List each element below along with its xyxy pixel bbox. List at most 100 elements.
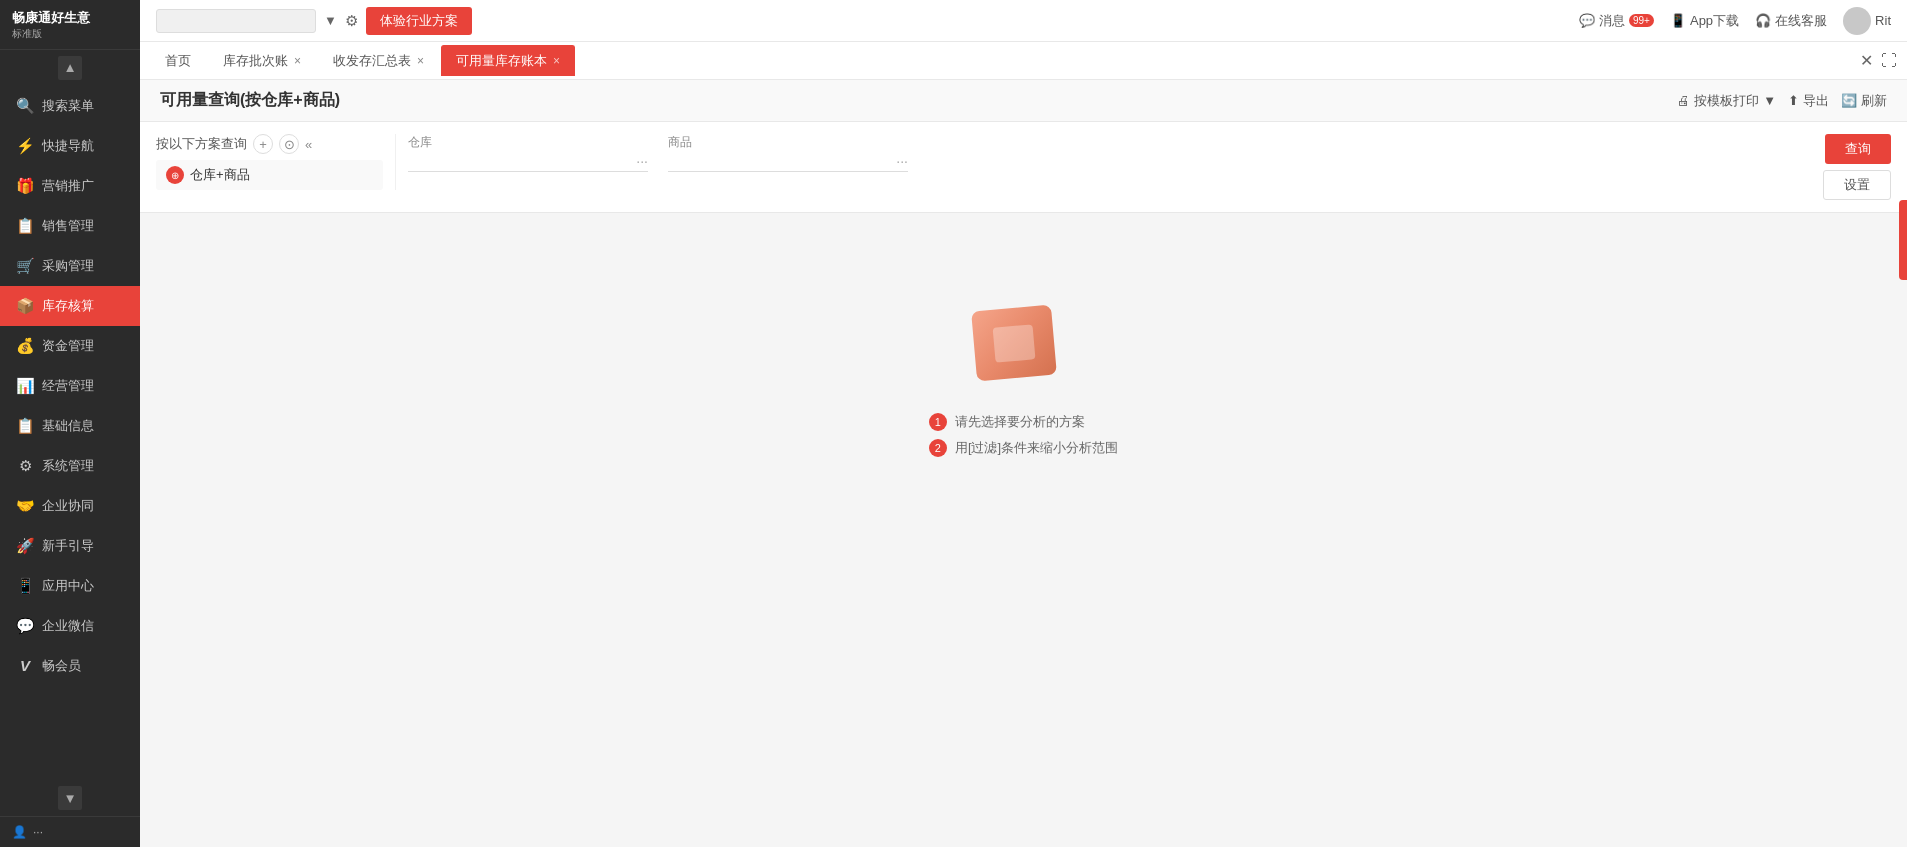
finance-icon: 💰: [16, 337, 34, 355]
scheme-item-icon: ⊕: [166, 166, 184, 184]
sidebar-item-purchase[interactable]: 🛒 采购管理: [0, 246, 140, 286]
tab-summary-close[interactable]: ×: [417, 55, 424, 67]
sidebar-item-enterprise[interactable]: 🤝 企业协同: [0, 486, 140, 526]
sidebar-bottom[interactable]: 👤 ···: [0, 816, 140, 847]
enterprise-icon: 🤝: [16, 497, 34, 515]
app-title: 畅康通好生意: [12, 10, 128, 27]
tab-expand-window-button[interactable]: ⛶: [1881, 52, 1897, 70]
sidebar-item-basic-info[interactable]: 📋 基础信息: [0, 406, 140, 446]
quick-nav-icon: ⚡: [16, 137, 34, 155]
sidebar-item-newbie[interactable]: 🚀 新手引导: [0, 526, 140, 566]
tab-home-label: 首页: [165, 52, 191, 70]
sidebar-item-search[interactable]: 🔍 搜索菜单: [0, 86, 140, 126]
sidebar-item-app-center[interactable]: 📱 应用中心: [0, 566, 140, 606]
refresh-label: 刷新: [1861, 92, 1887, 110]
filter-fields: 仓库 ··· 商品 ···: [408, 134, 1811, 172]
sidebar-scroll-up-area: ▲: [0, 50, 140, 86]
member-icon: V: [16, 657, 34, 674]
topbar-settings-button[interactable]: ⚙: [345, 12, 358, 30]
newbie-icon: 🚀: [16, 537, 34, 555]
sidebar-item-system[interactable]: ⚙ 系统管理: [0, 446, 140, 486]
export-label: 导出: [1803, 92, 1829, 110]
app-download-item[interactable]: 📱 App下载: [1670, 12, 1739, 30]
sidebar-scroll-down-button[interactable]: ▼: [58, 786, 82, 810]
topbar-right: 💬 消息 99+ 📱 App下载 🎧 在线客服 Rit: [1579, 7, 1891, 35]
sidebar-item-inventory[interactable]: 📦 库存核算: [0, 286, 140, 326]
page-title: 可用量查询(按仓库+商品): [160, 90, 340, 111]
warehouse-input[interactable]: [408, 154, 632, 169]
export-button[interactable]: ⬆ 导出: [1788, 92, 1829, 110]
tab-available-inventory-label: 可用量库存账本: [456, 52, 547, 70]
empty-hint-2: 2 用[过滤]条件来缩小分析范围: [929, 439, 1118, 457]
headset-icon: 🎧: [1755, 13, 1771, 28]
query-area: 按以下方案查询 + ⊙ « ⊕ 仓库+商品 仓库: [140, 122, 1907, 213]
query-settings-button[interactable]: 设置: [1823, 170, 1891, 200]
scheme-item-warehouse-goods[interactable]: ⊕ 仓库+商品: [156, 160, 383, 190]
hint-number-1: 1: [929, 413, 947, 431]
messages-item[interactable]: 💬 消息 99+: [1579, 12, 1654, 30]
warehouse-filter-field: 仓库 ···: [408, 134, 648, 172]
print-icon: 🖨: [1677, 93, 1690, 108]
tab-available-inventory[interactable]: 可用量库存账本 ×: [441, 45, 575, 76]
query-scheme-header: 按以下方案查询 + ⊙ «: [156, 134, 383, 154]
sidebar-item-label: 经营管理: [42, 377, 94, 395]
print-dropdown-icon: ▼: [1763, 93, 1776, 108]
goods-input[interactable]: [668, 154, 892, 169]
sidebar-scroll-up-button[interactable]: ▲: [58, 56, 82, 80]
refresh-button[interactable]: 🔄 刷新: [1841, 92, 1887, 110]
operations-icon: 📊: [16, 377, 34, 395]
empty-box-face: [992, 324, 1035, 362]
print-button[interactable]: 🖨 按模板打印 ▼: [1677, 92, 1776, 110]
goods-filter-label: 商品: [668, 134, 908, 151]
empty-state: 1 请先选择要分析的方案 2 用[过滤]条件来缩小分析范围: [140, 213, 1907, 537]
goods-filter-field: 商品 ···: [668, 134, 908, 172]
scheme-add-button[interactable]: +: [253, 134, 273, 154]
topbar-dropdown-button[interactable]: ▼: [324, 13, 337, 28]
refresh-icon: 🔄: [1841, 93, 1857, 108]
sidebar-item-label: 搜索菜单: [42, 97, 94, 115]
sidebar-item-marketing[interactable]: 🎁 营销推广: [0, 166, 140, 206]
tab-available-inventory-close[interactable]: ×: [553, 55, 560, 67]
sidebar-scroll-down-area: ▼: [0, 780, 140, 816]
sidebar-logo: 畅康通好生意 标准版: [0, 0, 140, 50]
right-edge-scrollbar[interactable]: [1899, 200, 1907, 280]
user-profile-item[interactable]: Rit: [1843, 7, 1891, 35]
page-header: 可用量查询(按仓库+商品) 🖨 按模板打印 ▼ ⬆ 导出 🔄 刷新: [140, 80, 1907, 122]
print-label: 按模板打印: [1694, 92, 1759, 110]
scheme-settings-button[interactable]: ⊙: [279, 134, 299, 154]
goods-input-wrap: ···: [668, 153, 908, 172]
warehouse-more-button[interactable]: ···: [636, 153, 648, 169]
warehouse-filter-label: 仓库: [408, 134, 648, 151]
sidebar-item-label: 采购管理: [42, 257, 94, 275]
tab-batch-account-close[interactable]: ×: [294, 55, 301, 67]
goods-more-button[interactable]: ···: [896, 153, 908, 169]
sidebar-item-label: 销售管理: [42, 217, 94, 235]
sidebar-item-member[interactable]: V 畅会员: [0, 646, 140, 686]
avatar: [1843, 7, 1871, 35]
tab-summary-label: 收发存汇总表: [333, 52, 411, 70]
sidebar-item-label: 资金管理: [42, 337, 94, 355]
topbar-search-input[interactable]: [156, 9, 316, 33]
query-button[interactable]: 查询: [1825, 134, 1891, 164]
messages-label: 消息: [1599, 12, 1625, 30]
hint-text-1: 请先选择要分析的方案: [955, 413, 1085, 431]
search-icon: 🔍: [16, 97, 34, 115]
sidebar-item-sales[interactable]: 📋 销售管理: [0, 206, 140, 246]
purchase-icon: 🛒: [16, 257, 34, 275]
topbar: ▼ ⚙ 体验行业方案 💬 消息 99+ 📱 App下载 🎧 在线客服 Rit: [140, 0, 1907, 42]
app-center-icon: 📱: [16, 577, 34, 595]
sidebar-item-finance[interactable]: 💰 资金管理: [0, 326, 140, 366]
sidebar-item-operations[interactable]: 📊 经营管理: [0, 366, 140, 406]
industry-solution-button[interactable]: 体验行业方案: [366, 7, 472, 35]
tab-home[interactable]: 首页: [150, 45, 206, 76]
tab-summary[interactable]: 收发存汇总表 ×: [318, 45, 439, 76]
warehouse-input-wrap: ···: [408, 153, 648, 172]
tab-close-window-button[interactable]: ✕: [1860, 51, 1873, 70]
hint-text-2: 用[过滤]条件来缩小分析范围: [955, 439, 1118, 457]
empty-illustration: [964, 293, 1084, 393]
sidebar-item-enterprise-wechat[interactable]: 💬 企业微信: [0, 606, 140, 646]
sidebar-item-quick-nav[interactable]: ⚡ 快捷导航: [0, 126, 140, 166]
scheme-collapse-button[interactable]: «: [305, 137, 312, 152]
tab-batch-account[interactable]: 库存批次账 ×: [208, 45, 316, 76]
online-support-item[interactable]: 🎧 在线客服: [1755, 12, 1827, 30]
